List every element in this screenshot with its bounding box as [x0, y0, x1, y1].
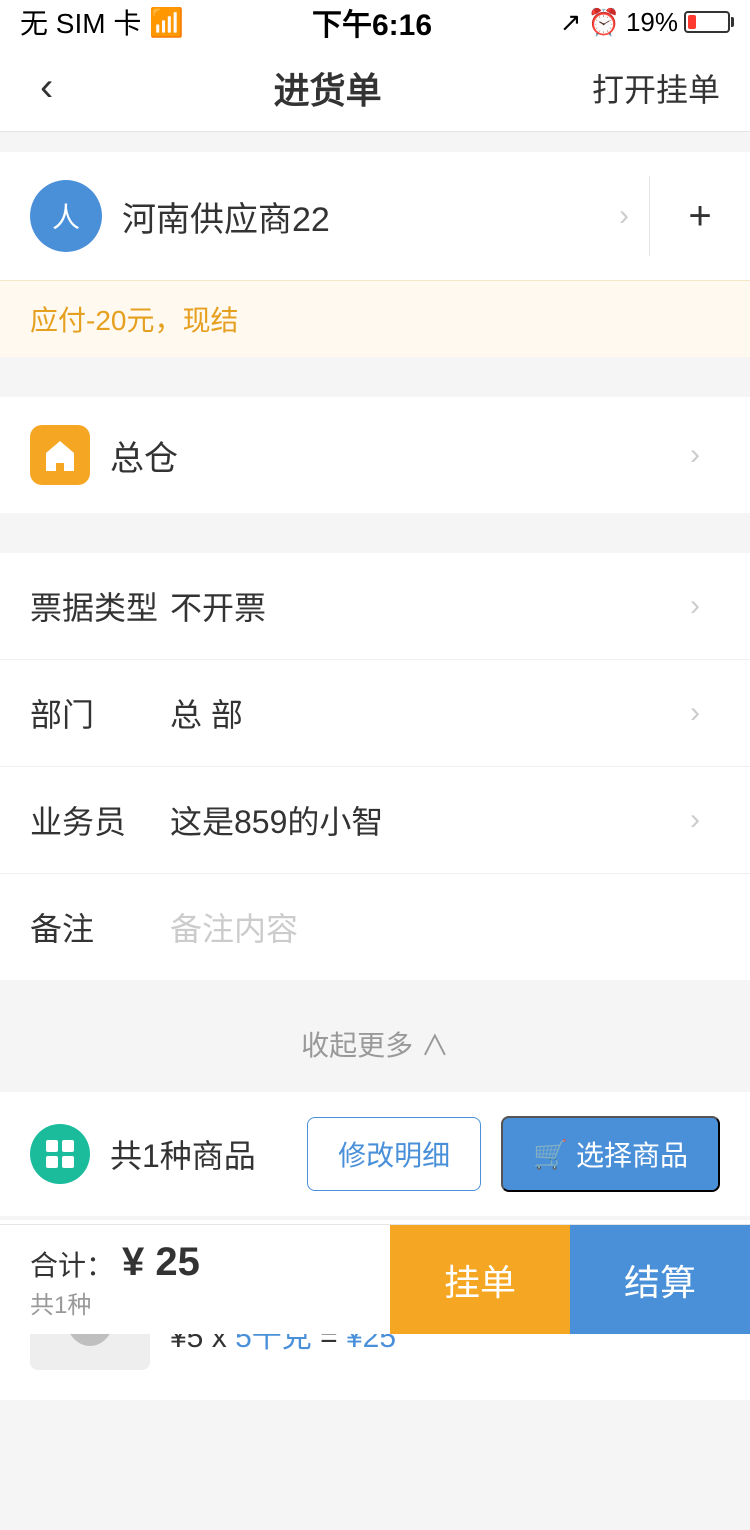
nav-bar: ‹ 进货单 打开挂单 — [0, 44, 750, 132]
remark-input[interactable]: 备注内容 — [170, 904, 720, 950]
bottom-bar: 合计： ¥ 25 共1种 挂单 结算 — [0, 1224, 750, 1334]
status-bar: 无 SIM 卡 📶 下午6:16 ↗ ⏰ 19% — [0, 0, 750, 44]
warehouse-chevron-icon: › — [690, 438, 720, 472]
battery-percent: 19% — [626, 7, 678, 38]
collapse-button[interactable]: 收起更多 ∧ — [0, 1000, 750, 1088]
payment-notice: 应付-20元，现结 — [0, 280, 750, 357]
warehouse-name: 总仓 — [110, 431, 690, 480]
supplier-name: 河南供应商22 — [122, 192, 619, 241]
department-value: 总 部 — [170, 690, 690, 736]
status-carrier: 无 SIM 卡 📶 — [20, 2, 184, 42]
battery-icon — [684, 11, 730, 33]
carrier-text: 无 SIM 卡 — [20, 2, 141, 42]
total-section: 合计： ¥ 25 共1种 — [0, 1225, 390, 1334]
department-label: 部门 — [30, 690, 170, 736]
section-gap-1 — [0, 132, 750, 152]
edit-detail-button[interactable]: 修改明细 — [307, 1117, 481, 1191]
chevron-right-icon: › — [619, 199, 649, 233]
total-amount: ¥ 25 — [122, 1240, 200, 1285]
total-label: 合计： — [30, 1244, 114, 1284]
invoice-type-value: 不开票 — [170, 583, 690, 629]
open-hold-button[interactable]: 打开挂单 — [592, 65, 720, 111]
supplier-section: 人 河南供应商22 › + — [0, 152, 750, 280]
salesperson-label: 业务员 — [30, 797, 170, 843]
location-icon: ↗ — [560, 7, 582, 38]
warehouse-icon — [30, 425, 90, 485]
remark-label: 备注 — [30, 904, 170, 950]
add-supplier-button[interactable]: + — [650, 194, 750, 239]
status-right: ↗ ⏰ 19% — [560, 7, 730, 38]
back-button[interactable]: ‹ — [30, 55, 63, 120]
select-product-button[interactable]: 🛒 选择商品 — [501, 1116, 720, 1192]
invoice-type-row[interactable]: 票据类型 不开票 › — [0, 553, 750, 660]
wifi-icon: 📶 — [149, 6, 184, 39]
supplier-avatar: 人 — [30, 180, 102, 252]
salesperson-value: 这是859的小智 — [170, 797, 690, 843]
department-chevron: › — [690, 696, 720, 730]
status-time: 下午6:16 — [312, 0, 432, 44]
products-header: 共1种商品 修改明细 🛒 选择商品 — [0, 1092, 750, 1216]
warehouse-section: 总仓 › — [0, 397, 750, 513]
warehouse-selector[interactable]: 总仓 › — [0, 397, 750, 513]
products-icon — [30, 1124, 90, 1184]
select-product-label: 选择商品 — [576, 1134, 688, 1174]
department-row[interactable]: 部门 总 部 › — [0, 660, 750, 767]
bottom-spacer — [0, 1400, 750, 1530]
hold-button[interactable]: 挂单 — [390, 1225, 570, 1334]
form-section: 票据类型 不开票 › 部门 总 部 › 业务员 这是859的小智 › 备注 备注… — [0, 553, 750, 980]
supplier-selector[interactable]: 人 河南供应商22 › — [0, 152, 649, 280]
section-gap-3 — [0, 513, 750, 533]
page-title: 进货单 — [274, 62, 382, 114]
checkout-button[interactable]: 结算 — [570, 1225, 750, 1334]
invoice-type-chevron: › — [690, 589, 720, 623]
total-count: 共1种 — [30, 1285, 360, 1320]
salesperson-chevron: › — [690, 803, 720, 837]
products-count: 共1种商品 — [110, 1131, 287, 1177]
section-gap-2 — [0, 357, 750, 377]
alarm-icon: ⏰ — [588, 7, 620, 38]
remark-row[interactable]: 备注 备注内容 — [0, 874, 750, 980]
invoice-type-label: 票据类型 — [30, 583, 170, 629]
cart-icon: 🛒 — [533, 1138, 568, 1171]
salesperson-row[interactable]: 业务员 这是859的小智 › — [0, 767, 750, 874]
